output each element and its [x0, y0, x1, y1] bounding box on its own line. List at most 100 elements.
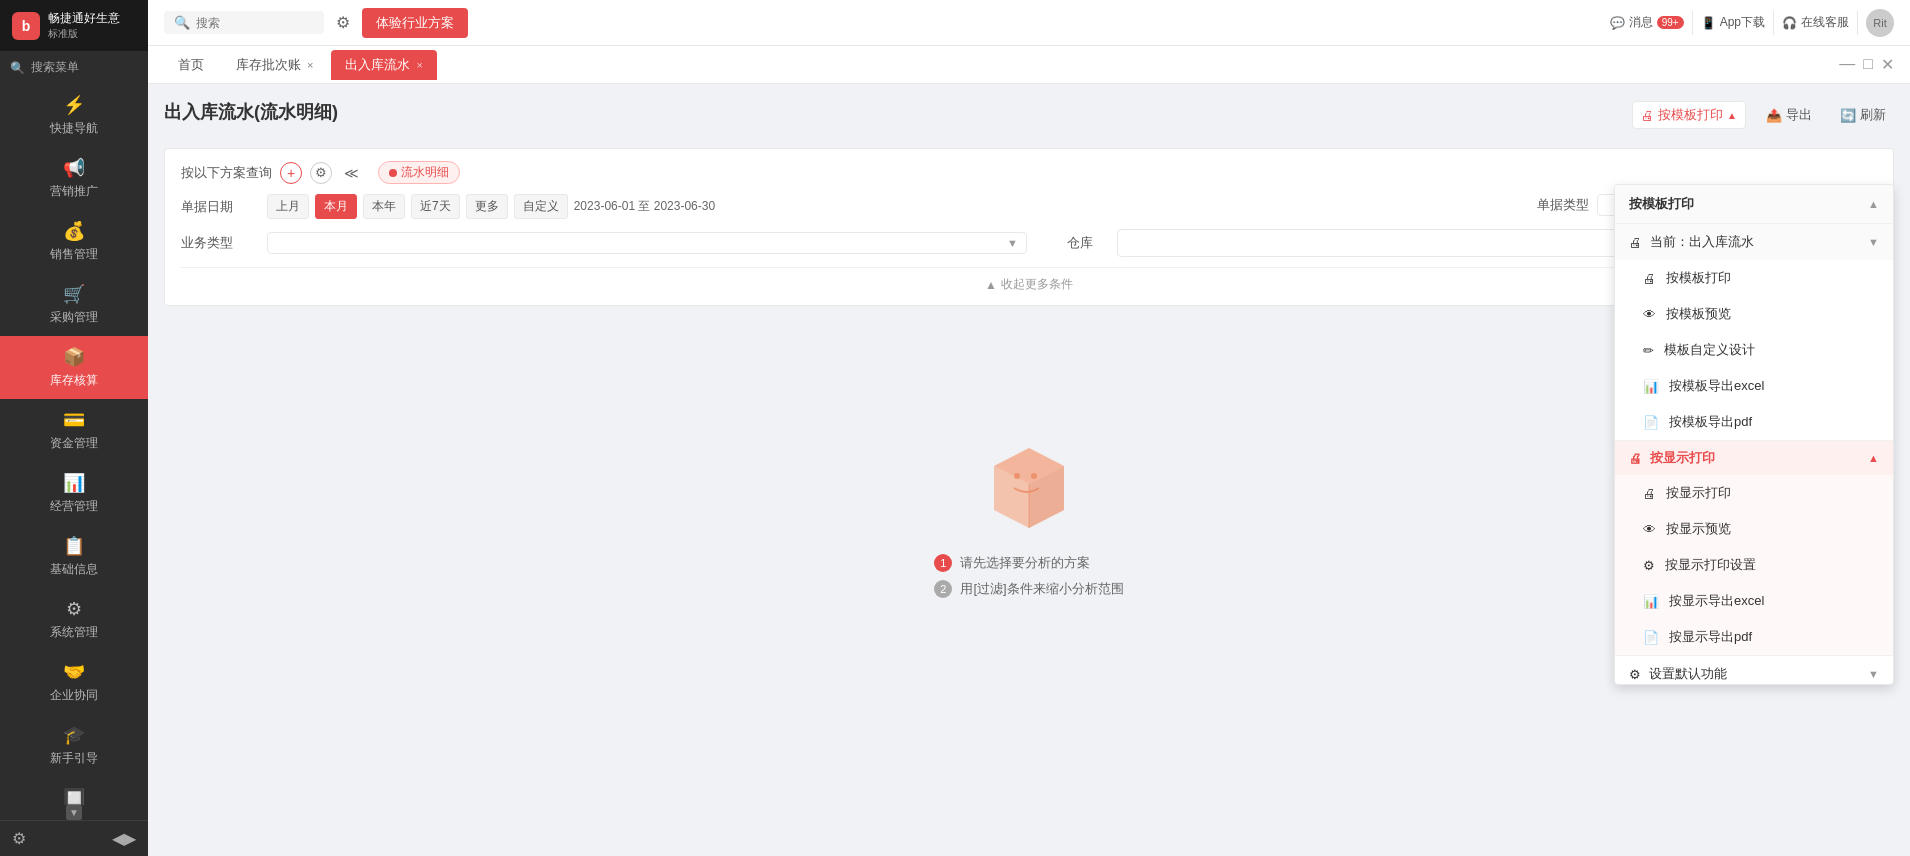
dropdown-display-preview[interactable]: 👁 按显示预览: [1615, 511, 1893, 547]
topbar-search-box[interactable]: 🔍: [164, 11, 324, 34]
sales-icon: 💰: [63, 220, 85, 242]
window-maximize-icon[interactable]: □: [1863, 55, 1873, 74]
export-btn[interactable]: 📤 导出: [1758, 102, 1820, 128]
app-version: 标准版: [48, 27, 120, 41]
dropdown-template-print[interactable]: 🖨 按模板打印: [1615, 260, 1893, 296]
window-close-icon[interactable]: ✕: [1881, 55, 1894, 74]
online-service-action[interactable]: 🎧 在线客服: [1782, 14, 1849, 31]
empty-step-1: 1 请先选择要分析的方案: [934, 554, 1123, 572]
window-minimize-icon[interactable]: —: [1839, 55, 1855, 74]
dropdown-header-arrow[interactable]: ▲: [1868, 198, 1879, 210]
message-action[interactable]: 💬 消息 99+: [1610, 14, 1684, 31]
search-row-1: 按以下方案查询 + ⚙ ≪ 流水明细: [181, 161, 1877, 184]
dropdown-footer[interactable]: ⚙ 设置默认功能 ▼: [1615, 655, 1893, 684]
template-preview-label: 按模板预览: [1666, 305, 1731, 323]
sidebar-item-sales[interactable]: 💰 销售管理: [0, 210, 148, 273]
dropdown-display-section[interactable]: 🖨 按显示打印 ▲: [1615, 441, 1893, 475]
tab-flow-label: 出入库流水: [345, 56, 410, 74]
dropdown-scroll-area: 🖨 当前：出入库流水 ▼ 🖨 按模板打印 👁 按模板预览 ✏ 模板自定义设计: [1615, 224, 1893, 684]
export-icon: 📤: [1766, 108, 1782, 123]
page-content: 出入库流水(流水明细) 🖨 按模板打印 ▲ 📤 导出 🔄 刷新: [148, 84, 1910, 856]
svg-point-6: [1031, 473, 1037, 479]
sidebar-item-label: 销售管理: [50, 246, 98, 263]
inventory-icon: 📦: [63, 346, 85, 368]
tab-home-label: 首页: [178, 56, 204, 74]
date-btn-this-year[interactable]: 本年: [363, 194, 405, 219]
sidebar-item-label: 采购管理: [50, 309, 98, 326]
message-icon: 💬: [1610, 16, 1625, 30]
template-print-icon: 🖨: [1643, 271, 1656, 286]
topbar-search-input[interactable]: [196, 16, 296, 30]
display-section-icon: 🖨: [1629, 451, 1642, 466]
user-avatar[interactable]: Rit: [1866, 9, 1894, 37]
sidebar-item-finance[interactable]: 💳 资金管理: [0, 399, 148, 462]
topbar-divider-2: [1773, 11, 1774, 35]
business-type-select[interactable]: ▼: [267, 232, 1027, 254]
filter-collapse-btn[interactable]: ≪: [340, 162, 362, 184]
date-btn-7days[interactable]: 近7天: [411, 194, 460, 219]
template-pdf-label: 按模板导出pdf: [1669, 413, 1752, 431]
app-center-icon: 🔲: [63, 787, 85, 805]
tab-flow-close-icon[interactable]: ×: [416, 59, 422, 71]
footer-settings-icon[interactable]: ⚙: [12, 829, 26, 848]
dropdown-display-export-pdf[interactable]: 📄 按显示导出pdf: [1615, 619, 1893, 655]
dropdown-current-item[interactable]: 🖨 当前：出入库流水 ▼: [1615, 224, 1893, 260]
dropdown-template-custom[interactable]: ✏ 模板自定义设计: [1615, 332, 1893, 368]
dropdown-display-print-settings[interactable]: ⚙ 按显示打印设置: [1615, 547, 1893, 583]
sidebar-item-marketing[interactable]: 📢 营销推广: [0, 147, 148, 210]
search-panel-label: 按以下方案查询: [181, 164, 272, 182]
footer-collapse-icon[interactable]: ◀▶: [112, 829, 136, 848]
add-filter-btn[interactable]: +: [280, 162, 302, 184]
message-label: 消息: [1629, 14, 1653, 31]
sidebar-item-operations[interactable]: 📊 经营管理: [0, 462, 148, 525]
download-icon: 📱: [1701, 16, 1716, 30]
sidebar-item-quick-nav[interactable]: ⚡ 快捷导航: [0, 84, 148, 147]
tab-inventory-batch[interactable]: 库存批次账 ×: [222, 50, 327, 80]
sidebar-item-basic[interactable]: 📋 基础信息: [0, 525, 148, 588]
app-download-label: App下载: [1720, 14, 1765, 31]
empty-steps: 1 请先选择要分析的方案 2 用[过滤]条件来缩小分析范围: [934, 554, 1123, 598]
dropdown-template-preview[interactable]: 👁 按模板预览: [1615, 296, 1893, 332]
empty-state-icon: [979, 438, 1079, 538]
date-btn-custom[interactable]: 自定义: [514, 194, 568, 219]
tab-home[interactable]: 首页: [164, 50, 218, 80]
sidebar-item-guide[interactable]: 🎓 新手引导: [0, 714, 148, 777]
sidebar-item-app-center[interactable]: 🔲 应用中心: [0, 777, 148, 805]
template-print-btn[interactable]: 🖨 按模板打印 ▲: [1632, 101, 1746, 129]
display-preview-label: 按显示预览: [1666, 520, 1731, 538]
footer-arrow: ▼: [1868, 668, 1879, 680]
refresh-btn[interactable]: 🔄 刷新: [1832, 102, 1894, 128]
sidebar-search[interactable]: 🔍 搜索菜单: [0, 51, 148, 84]
template-print-item-label: 按模板打印: [1666, 269, 1731, 287]
sidebar-item-purchase[interactable]: 🛒 采购管理: [0, 273, 148, 336]
date-btn-last-month[interactable]: 上月: [267, 194, 309, 219]
tab-batch-close-icon[interactable]: ×: [307, 59, 313, 71]
sidebar-item-inventory[interactable]: 📦 库存核算: [0, 336, 148, 399]
trial-btn[interactable]: 体验行业方案: [362, 8, 468, 38]
tab-inventory-flow[interactable]: 出入库流水 ×: [331, 50, 436, 80]
step-1-text: 请先选择要分析的方案: [960, 554, 1090, 572]
main-area: 🔍 ⚙ 体验行业方案 💬 消息 99+ 📱 App下载 🎧 在线客服 Ri: [148, 0, 1910, 856]
step-2-text: 用[过滤]条件来缩小分析范围: [960, 580, 1123, 598]
system-icon: ⚙: [66, 598, 82, 620]
date-btn-this-month[interactable]: 本月: [315, 194, 357, 219]
date-btn-more[interactable]: 更多: [466, 194, 508, 219]
filter-settings-btn[interactable]: ⚙: [310, 162, 332, 184]
app-download-action[interactable]: 📱 App下载: [1701, 14, 1765, 31]
dropdown-template-export-pdf[interactable]: 📄 按模板导出pdf: [1615, 404, 1893, 440]
dropdown-display-export-excel[interactable]: 📊 按显示导出excel: [1615, 583, 1893, 619]
sidebar-scroll-down[interactable]: ▼: [66, 805, 82, 820]
refresh-label: 刷新: [1860, 106, 1886, 124]
sidebar-item-enterprise[interactable]: 🤝 企业协同: [0, 651, 148, 714]
filter-tag-waterflow[interactable]: 流水明细: [378, 161, 460, 184]
dropdown-header: 按模板打印 ▲: [1615, 185, 1893, 224]
dropdown-template-export-excel[interactable]: 📊 按模板导出excel: [1615, 368, 1893, 404]
topbar-gear-icon[interactable]: ⚙: [336, 13, 350, 32]
tab-batch-label: 库存批次账: [236, 56, 301, 74]
template-custom-label: 模板自定义设计: [1664, 341, 1755, 359]
sidebar-item-label: 快捷导航: [50, 120, 98, 137]
dropdown-display-print[interactable]: 🖨 按显示打印: [1615, 475, 1893, 511]
sidebar-item-system[interactable]: ⚙ 系统管理: [0, 588, 148, 651]
topbar-actions: 💬 消息 99+ 📱 App下载 🎧 在线客服 Rit: [1610, 9, 1894, 37]
sidebar-item-label: 系统管理: [50, 624, 98, 641]
